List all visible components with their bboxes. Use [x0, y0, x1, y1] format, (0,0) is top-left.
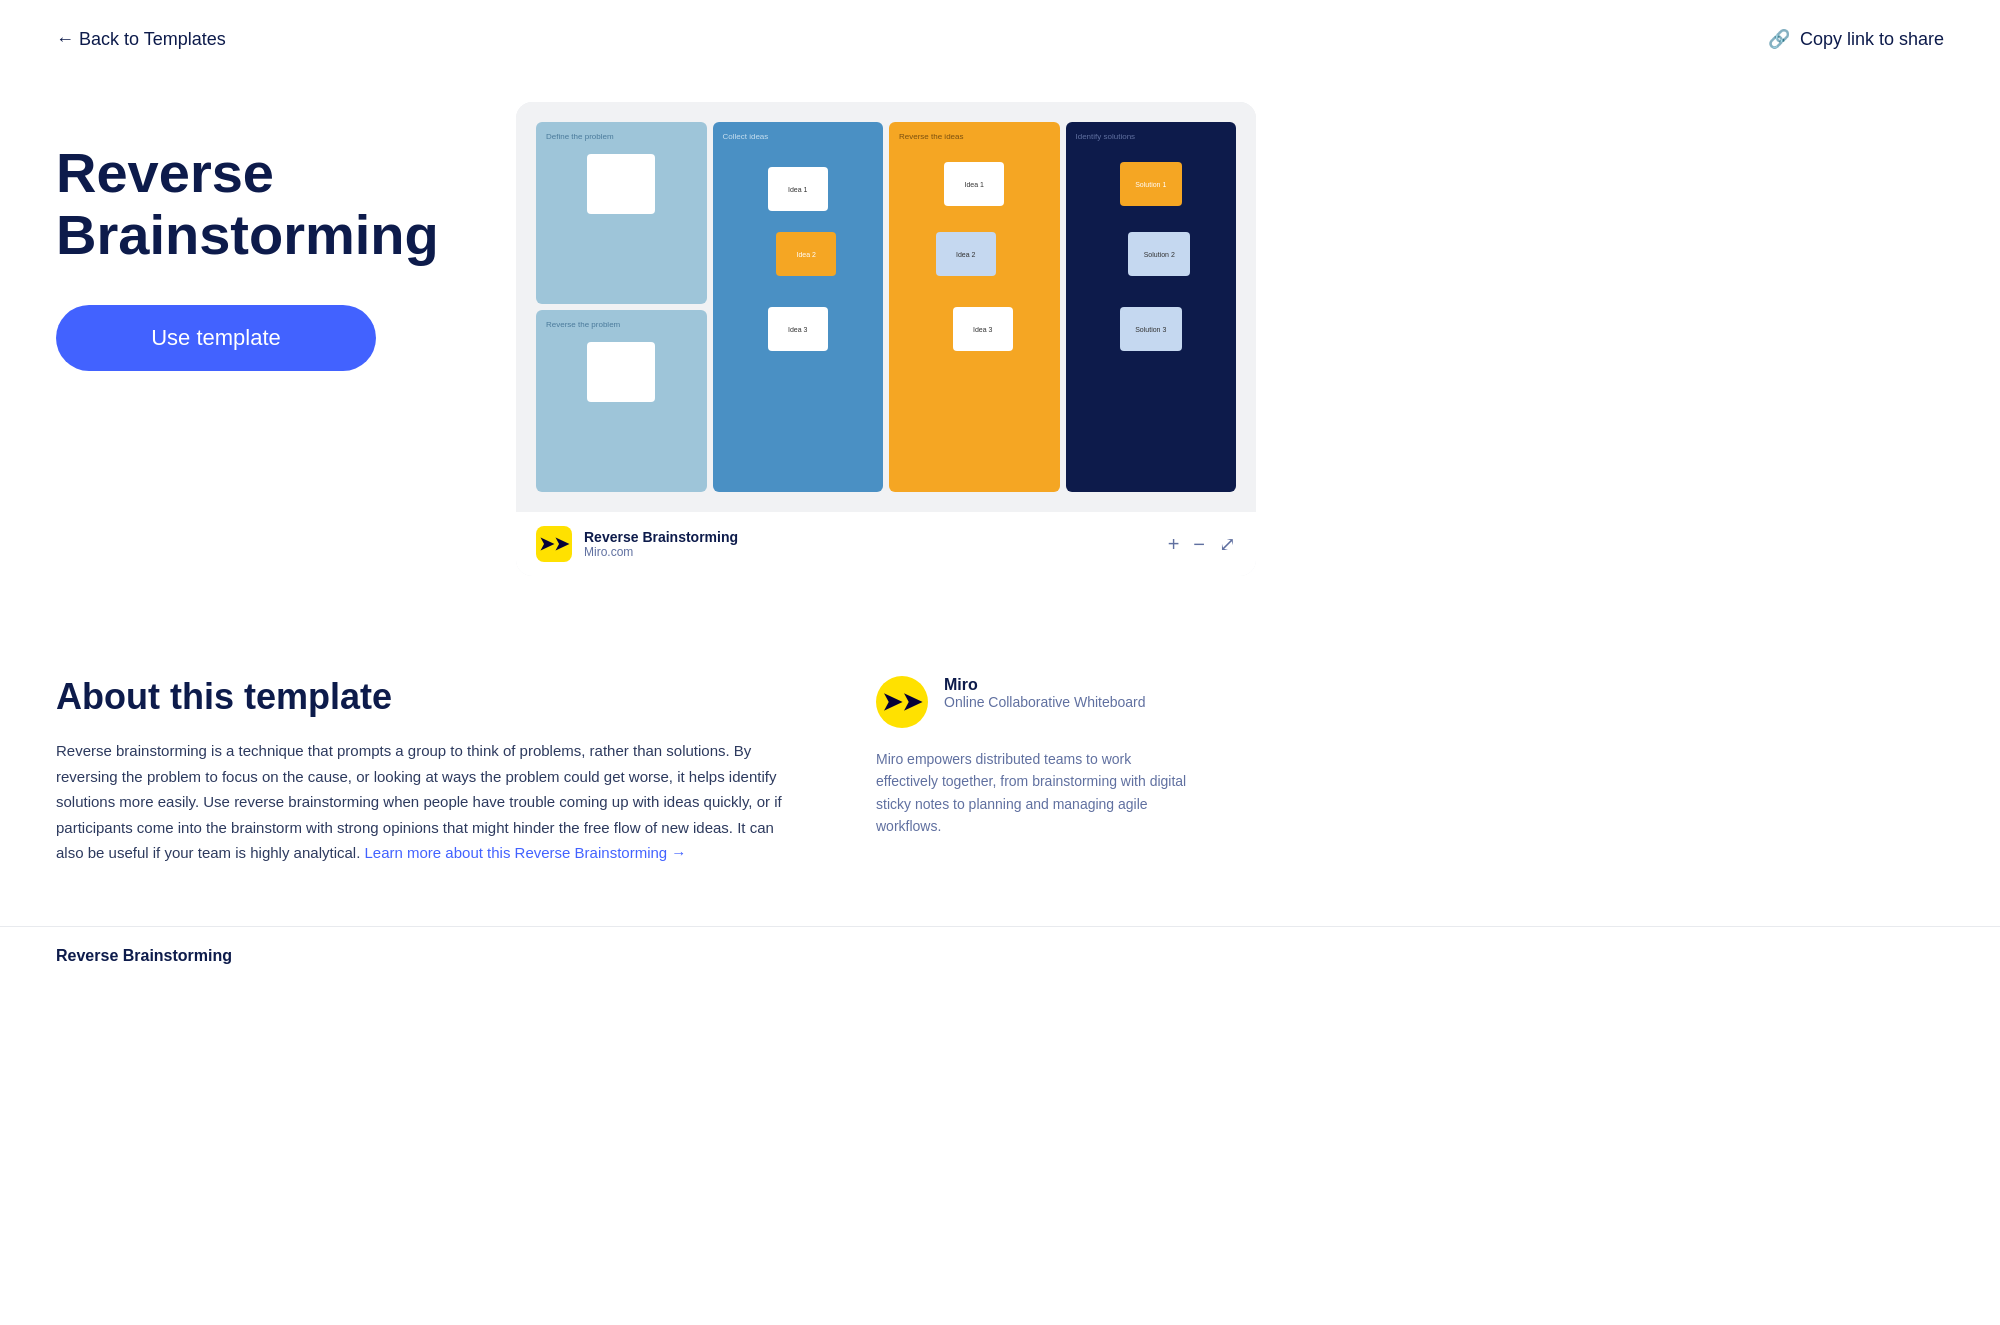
bottom-title: Reverse Brainstorming: [56, 947, 232, 965]
about-title: About this template: [56, 676, 796, 718]
learn-more-link[interactable]: Learn more about this Reverse Brainstorm…: [365, 844, 687, 861]
hero-left: Reverse Brainstorming Use template: [56, 102, 436, 371]
idea-sticky-1: Idea 1: [768, 167, 828, 211]
bottom-bar: Reverse Brainstorming: [0, 926, 2000, 985]
back-to-templates-link[interactable]: ← Back to Templates: [56, 29, 226, 50]
col-identify: Identify solutions Solution 1 Solution 2…: [1066, 122, 1237, 492]
preview-brand-name: Reverse Brainstorming: [584, 529, 738, 545]
col-reverse-problem-label: Reverse the problem: [546, 320, 697, 329]
author-name: Miro: [944, 676, 1146, 694]
define-sticky-1: [587, 154, 655, 214]
author-description: Online Collaborative Whiteboard: [944, 694, 1146, 710]
template-preview-card: Define the problem Reverse the problem C…: [516, 102, 1256, 576]
preview-brand: ➤➤ Reverse Brainstorming Miro.com: [536, 526, 738, 562]
author-body-text: Miro empowers distributed teams to work …: [876, 748, 1196, 838]
solution-sticky-2: Solution 2: [1128, 232, 1190, 276]
author-info: Miro Online Collaborative Whiteboard: [944, 676, 1146, 710]
page-header: ← Back to Templates 🔗 Copy link to share: [0, 0, 2000, 78]
author-miro-mark: ➤➤: [882, 688, 922, 716]
solution-sticky-1: Solution 1: [1120, 162, 1182, 206]
col-reverse-ideas-label: Reverse the ideas: [899, 132, 1050, 141]
preview-footer: ➤➤ Reverse Brainstorming Miro.com + − ⤢: [516, 512, 1256, 576]
reverse-idea-sticky-2: Idea 2: [936, 232, 996, 276]
link-icon: 🔗: [1768, 28, 1790, 50]
hero-section: Reverse Brainstorming Use template Defin…: [0, 78, 2000, 636]
author-card: ➤➤ Miro Online Collaborative Whiteboard: [876, 676, 1196, 728]
reverse-problem-sticky: [587, 342, 655, 402]
col-identify-label: Identify solutions: [1076, 132, 1227, 141]
about-section: About this template Reverse brainstormin…: [0, 636, 2000, 926]
define-top-card: Define the problem: [536, 122, 707, 304]
back-label: ← Back to Templates: [56, 29, 226, 50]
preview-controls: + − ⤢: [1168, 532, 1236, 556]
define-bottom-card: Reverse the problem: [536, 310, 707, 492]
idea-sticky-3: Idea 3: [768, 307, 828, 351]
use-template-button[interactable]: Use template: [56, 305, 376, 371]
miro-logo-small: ➤➤: [536, 526, 572, 562]
zoom-out-button[interactable]: −: [1193, 533, 1205, 556]
reverse-idea-sticky-3: Idea 3: [953, 307, 1013, 351]
reverse-idea-sticky-1: Idea 1: [944, 162, 1004, 206]
col-reverse-ideas: Reverse the ideas Idea 1 Idea 2 Idea 3: [889, 122, 1060, 492]
preview-brand-url: Miro.com: [584, 545, 738, 559]
about-left: About this template Reverse brainstormin…: [56, 676, 796, 866]
about-text: Reverse brainstorming is a technique tha…: [56, 738, 796, 866]
zoom-in-button[interactable]: +: [1168, 533, 1180, 556]
author-logo: ➤➤: [876, 676, 928, 728]
about-right: ➤➤ Miro Online Collaborative Whiteboard …: [876, 676, 1196, 866]
expand-button[interactable]: ⤢: [1219, 532, 1236, 556]
board-grid: Define the problem Reverse the problem C…: [536, 122, 1236, 492]
copy-link-label: Copy link to share: [1800, 29, 1944, 50]
preview-brand-text: Reverse Brainstorming Miro.com: [584, 529, 738, 559]
solution-sticky-3: Solution 3: [1120, 307, 1182, 351]
preview-canvas: Define the problem Reverse the problem C…: [516, 102, 1256, 512]
miro-mark-small: ➤➤: [539, 533, 569, 555]
idea-sticky-2: Idea 2: [776, 232, 836, 276]
col-define: Define the problem Reverse the problem: [536, 122, 707, 492]
col-define-label: Define the problem: [546, 132, 697, 141]
page-title: Reverse Brainstorming: [56, 142, 436, 265]
col-collect: Collect ideas Idea 1 Idea 2 Idea 3: [713, 122, 884, 492]
col-collect-label: Collect ideas: [723, 132, 874, 141]
copy-link-button[interactable]: 🔗 Copy link to share: [1768, 28, 1944, 50]
